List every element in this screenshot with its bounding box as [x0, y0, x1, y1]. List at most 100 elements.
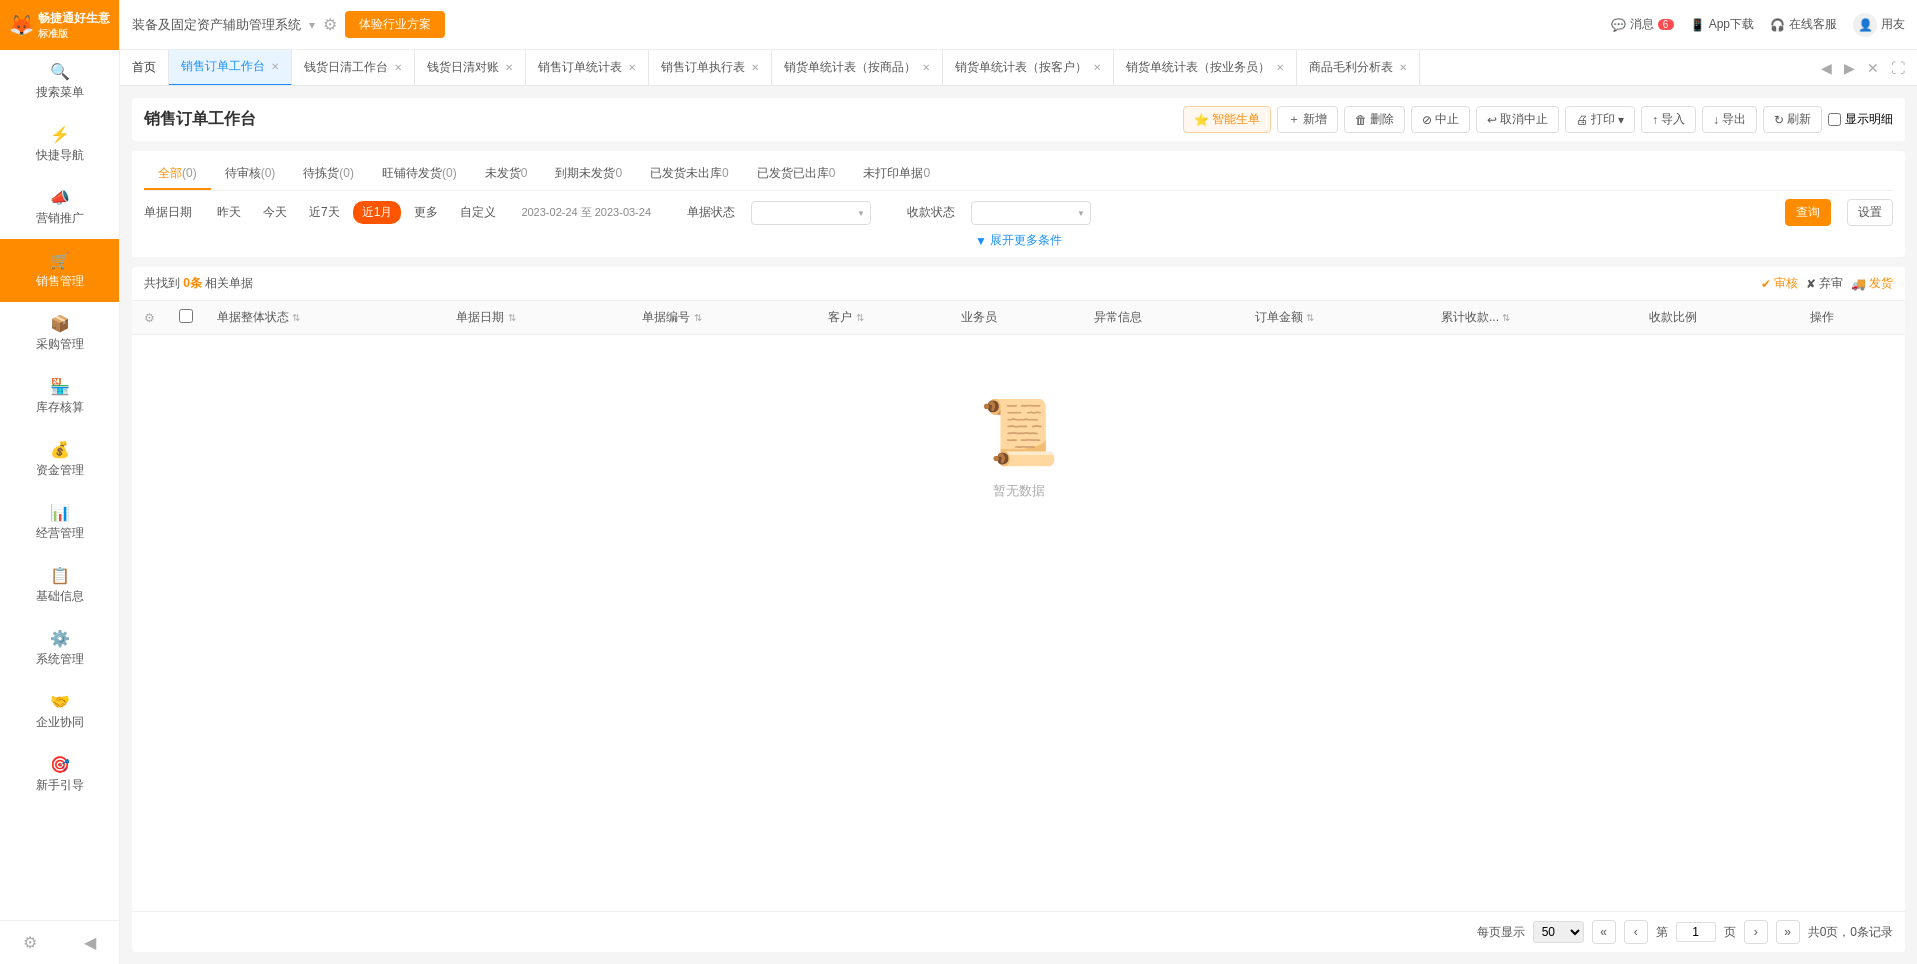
- sidebar-item-basic-info[interactable]: 📋 基础信息: [0, 554, 119, 617]
- tab-close-icon[interactable]: ✕: [271, 61, 279, 72]
- sort-customer-icon[interactable]: ⇅: [856, 312, 864, 323]
- filter-row-1: 单据日期 昨天 今天 近7天 近1月 更多 自定义 2023-02-24 至 2…: [144, 199, 1893, 226]
- tab-sales-exec[interactable]: 销售订单执行表 ✕: [649, 50, 772, 86]
- sidebar-item-quick-nav[interactable]: ⚡ 快捷导航: [0, 113, 119, 176]
- app-download-item[interactable]: 📱 App下载: [1690, 16, 1754, 33]
- select-all-checkbox[interactable]: [179, 309, 193, 323]
- cancel-review-action-btn[interactable]: ✘ 弃审: [1806, 275, 1843, 292]
- status-select[interactable]: [751, 201, 871, 225]
- sort-amount-icon[interactable]: ⇅: [1306, 312, 1314, 323]
- filter-tab-pending-pickup[interactable]: 待拣货(0): [289, 159, 368, 190]
- date-1month-btn[interactable]: 近1月: [353, 201, 402, 224]
- ship-action-btn[interactable]: 🚚 发货: [1851, 275, 1893, 292]
- filter-tab-not-shipped[interactable]: 未发货0: [471, 159, 542, 190]
- system-dropdown-icon[interactable]: ▾: [309, 18, 315, 32]
- filter-tab-wangpu[interactable]: 旺铺待发货(0): [368, 159, 471, 190]
- filter-tab-overdue[interactable]: 到期未发货0: [541, 159, 636, 190]
- sort-date-icon[interactable]: ⇅: [508, 312, 516, 323]
- phone-icon: 📱: [1690, 18, 1705, 32]
- tab-sales-stats-customer[interactable]: 销货单统计表（按客户） ✕: [943, 50, 1114, 86]
- settings-filter-btn[interactable]: 设置: [1847, 199, 1893, 226]
- tab-cash-reconcile[interactable]: 钱货日清对账 ✕: [415, 50, 526, 86]
- tab-close-icon[interactable]: ✕: [1399, 62, 1407, 73]
- import-btn[interactable]: ↑ 导入: [1641, 106, 1696, 133]
- settings-bottom-icon[interactable]: ⚙: [15, 929, 45, 956]
- tab-sales-workbench-label: 销售订单工作台: [181, 58, 265, 75]
- sidebar-item-search[interactable]: 🔍 搜索菜单: [0, 50, 119, 113]
- sidebar-item-enterprise[interactable]: 🤝 企业协同: [0, 680, 119, 743]
- show-detail-checkbox[interactable]: [1828, 113, 1841, 126]
- tab-close-icon[interactable]: ✕: [628, 62, 636, 73]
- industry-btn[interactable]: 体验行业方案: [345, 11, 445, 38]
- col-settings-icon[interactable]: ⚙: [144, 311, 155, 325]
- sidebar-item-inventory[interactable]: 🏪 库存核算: [0, 365, 119, 428]
- filter-tab-all[interactable]: 全部(0): [144, 159, 211, 190]
- sidebar-item-finance[interactable]: 💰 资金管理: [0, 428, 119, 491]
- sort-number-icon[interactable]: ⇅: [694, 312, 702, 323]
- tab-maximize-btn[interactable]: ⛶: [1887, 58, 1909, 78]
- cancel-stop-btn[interactable]: ↩ 取消中止: [1476, 106, 1559, 133]
- col-amount: 订单金额 ⇅: [1243, 301, 1429, 335]
- tab-sales-stats[interactable]: 销售订单统计表 ✕: [526, 50, 649, 86]
- date-more-btn[interactable]: 更多: [405, 201, 447, 224]
- tab-close-icon[interactable]: ✕: [751, 62, 759, 73]
- page-actions: ⭐ 智能生单 ＋ 新增 🗑 删除 ⊘ 中止 ↩ 取消中止: [1183, 106, 1893, 133]
- review-action-btn[interactable]: ✔ 审核: [1761, 275, 1798, 292]
- show-detail-checkbox-label[interactable]: 显示明细: [1828, 111, 1893, 128]
- gear-icon[interactable]: ⚙: [323, 15, 337, 34]
- sidebar-item-purchase[interactable]: 📦 采购管理: [0, 302, 119, 365]
- sidebar-item-guide[interactable]: 🎯 新手引导: [0, 743, 119, 806]
- tab-sales-stats-product[interactable]: 销货单统计表（按商品） ✕: [772, 50, 943, 86]
- sort-status-icon[interactable]: ⇅: [292, 312, 300, 323]
- export-btn[interactable]: ↓ 导出: [1702, 106, 1757, 133]
- query-btn[interactable]: 查询: [1785, 199, 1831, 226]
- tab-close-icon[interactable]: ✕: [922, 62, 930, 73]
- per-page-select[interactable]: 50 100 200: [1533, 921, 1584, 943]
- filter-tab-pending-review[interactable]: 待审核(0): [211, 159, 290, 190]
- tab-close-icon[interactable]: ✕: [1276, 62, 1284, 73]
- online-support-item[interactable]: 🎧 在线客服: [1770, 16, 1837, 33]
- page-last-btn[interactable]: »: [1776, 920, 1800, 944]
- sort-received-icon[interactable]: ⇅: [1502, 312, 1510, 323]
- tab-sales-workbench[interactable]: 销售订单工作台 ✕: [169, 50, 292, 86]
- message-label: 消息: [1630, 16, 1654, 33]
- date-custom-btn[interactable]: 自定义: [451, 201, 505, 224]
- collapse-icon[interactable]: ◀: [76, 929, 104, 956]
- page-first-btn[interactable]: «: [1592, 920, 1616, 944]
- user-item[interactable]: 👤 用友: [1853, 13, 1905, 37]
- refresh-btn[interactable]: ↻ 刷新: [1763, 106, 1822, 133]
- filter-tab-shipped-out[interactable]: 已发货已出库0: [743, 159, 850, 190]
- tab-profit-analysis[interactable]: 商品毛利分析表 ✕: [1297, 50, 1420, 86]
- tab-prev-btn[interactable]: ◀: [1817, 58, 1836, 78]
- tab-next-btn[interactable]: ▶: [1840, 58, 1859, 78]
- payment-select[interactable]: [971, 201, 1091, 225]
- ai-btn[interactable]: ⭐ 智能生单: [1183, 106, 1271, 133]
- page-next-btn[interactable]: ›: [1744, 920, 1768, 944]
- tab-home[interactable]: 首页: [120, 50, 169, 86]
- col-staff: 业务员: [949, 301, 1083, 335]
- filter-tab-shipped-not-out[interactable]: 已发货未出库0: [636, 159, 743, 190]
- delete-btn[interactable]: 🗑 删除: [1344, 106, 1405, 133]
- tab-close-icon[interactable]: ✕: [394, 62, 402, 73]
- sidebar-item-operations[interactable]: 📊 经营管理: [0, 491, 119, 554]
- expand-conditions-btn[interactable]: ▼ 展开更多条件: [975, 232, 1062, 249]
- stop-btn[interactable]: ⊘ 中止: [1411, 106, 1470, 133]
- date-today-btn[interactable]: 今天: [254, 201, 296, 224]
- check-icon: ✔: [1761, 277, 1771, 291]
- tab-close-all-btn[interactable]: ✕: [1863, 58, 1883, 78]
- sidebar-item-system[interactable]: ⚙️ 系统管理: [0, 617, 119, 680]
- message-item[interactable]: 💬 消息 6: [1611, 16, 1674, 33]
- tab-cash-daily[interactable]: 钱货日清工作台 ✕: [292, 50, 415, 86]
- page-input[interactable]: [1676, 922, 1716, 942]
- add-btn[interactable]: ＋ 新增: [1277, 106, 1338, 133]
- tab-sales-stats-staff[interactable]: 销货单统计表（按业务员） ✕: [1114, 50, 1297, 86]
- date-7days-btn[interactable]: 近7天: [300, 201, 349, 224]
- print-btn[interactable]: 🖨 打印 ▾: [1565, 106, 1635, 133]
- sidebar-item-sales[interactable]: 🛒 销售管理: [0, 239, 119, 302]
- date-yesterday-btn[interactable]: 昨天: [208, 201, 250, 224]
- sidebar-item-marketing[interactable]: 📣 营销推广: [0, 176, 119, 239]
- filter-tab-unprinted[interactable]: 未打印单据0: [849, 159, 944, 190]
- tab-close-icon[interactable]: ✕: [505, 62, 513, 73]
- page-prev-btn[interactable]: ‹: [1624, 920, 1648, 944]
- tab-close-icon[interactable]: ✕: [1093, 62, 1101, 73]
